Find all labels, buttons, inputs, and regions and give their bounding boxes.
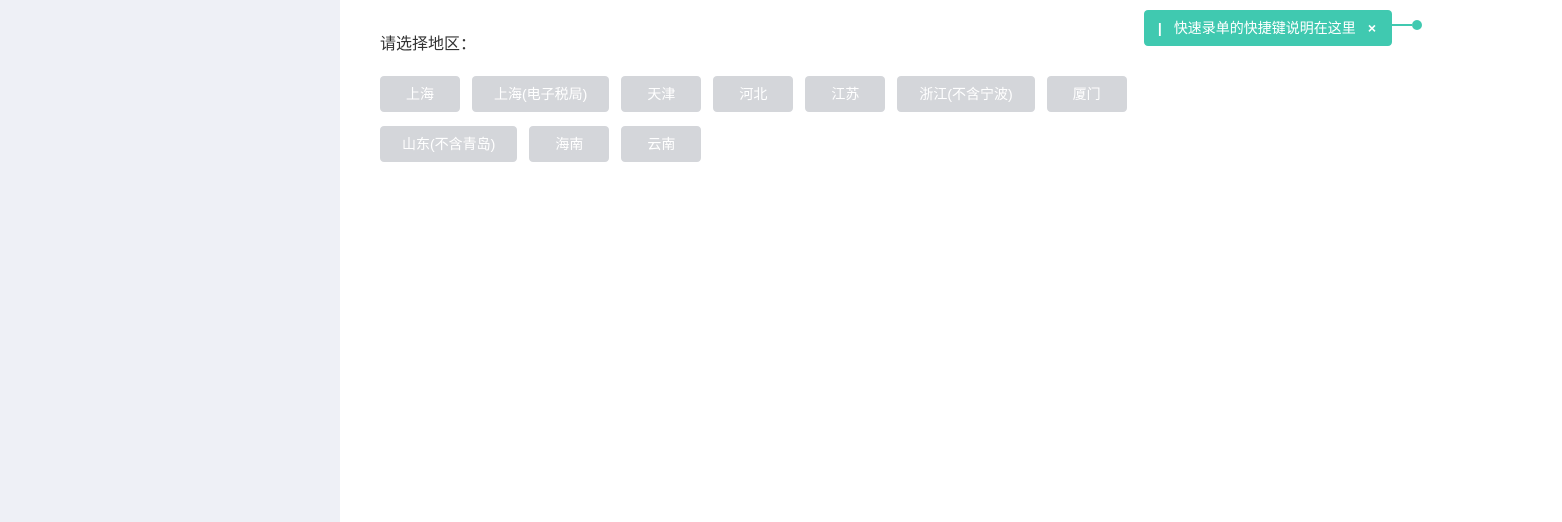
tooltip-banner: 快速录单的快捷键说明在这里 × xyxy=(1144,10,1392,46)
region-row-1: 上海上海(电子税局) 天津河北江苏浙江(不含宁波) 厦门 xyxy=(380,76,1522,112)
region-btn-jiangsu[interactable]: 江苏 xyxy=(805,76,885,112)
region-btn-hebei[interactable]: 河北 xyxy=(713,76,793,112)
region-btn-tianjin[interactable]: 天津 xyxy=(621,76,701,112)
region-btn-hainan[interactable]: 海南 xyxy=(529,126,609,162)
region-btn-zhejiang[interactable]: 浙江(不含宁波) xyxy=(897,76,1034,112)
tooltip-connector-dot xyxy=(1412,20,1422,30)
region-btn-xiamen[interactable]: 厦门 xyxy=(1047,76,1127,112)
region-btn-shanghai-etax[interactable]: 上海(电子税局) xyxy=(472,76,609,112)
tooltip-close-button[interactable]: × xyxy=(1366,20,1378,36)
region-btn-shanghai[interactable]: 上海 xyxy=(380,76,460,112)
main-content: 快速录单的快捷键说明在这里 × 请选择地区： 上海上海(电子税局)天津河北江苏浙… xyxy=(340,0,1562,522)
tooltip-text: 快速录单的快捷键说明在这里 xyxy=(1174,18,1356,38)
region-btn-shandong[interactable]: 山东(不含青岛) xyxy=(380,126,517,162)
tooltip-connector-line xyxy=(1392,24,1412,26)
region-btn-yunnan[interactable]: 云南 xyxy=(621,126,701,162)
region-row-2: 山东(不含青岛) 海南云南 xyxy=(380,126,1522,162)
sidebar xyxy=(0,0,340,522)
